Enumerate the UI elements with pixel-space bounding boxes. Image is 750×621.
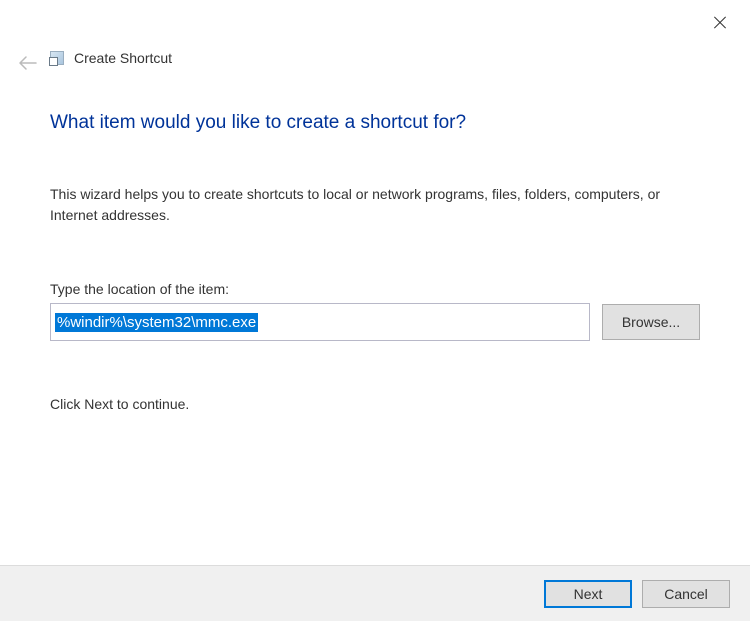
wizard-description: This wizard helps you to create shortcut… [50, 184, 700, 226]
close-button[interactable] [712, 14, 728, 30]
shortcut-icon [50, 51, 64, 65]
cancel-button[interactable]: Cancel [642, 580, 730, 608]
footer-bar: Next Cancel [0, 565, 750, 621]
wizard-title: Create Shortcut [74, 50, 172, 66]
continue-text: Click Next to continue. [50, 396, 700, 412]
content-area: What item would you like to create a sho… [50, 112, 700, 412]
location-input[interactable]: %windir%\system32\mmc.exe [50, 303, 590, 341]
input-row: %windir%\system32\mmc.exe Browse... [50, 303, 700, 341]
location-label: Type the location of the item: [50, 281, 700, 297]
next-button[interactable]: Next [544, 580, 632, 608]
back-arrow-icon[interactable] [18, 55, 38, 71]
wizard-heading: What item would you like to create a sho… [50, 112, 700, 134]
browse-button[interactable]: Browse... [602, 304, 700, 340]
title-bar: Create Shortcut [50, 50, 172, 66]
location-input-text: %windir%\system32\mmc.exe [55, 313, 258, 332]
